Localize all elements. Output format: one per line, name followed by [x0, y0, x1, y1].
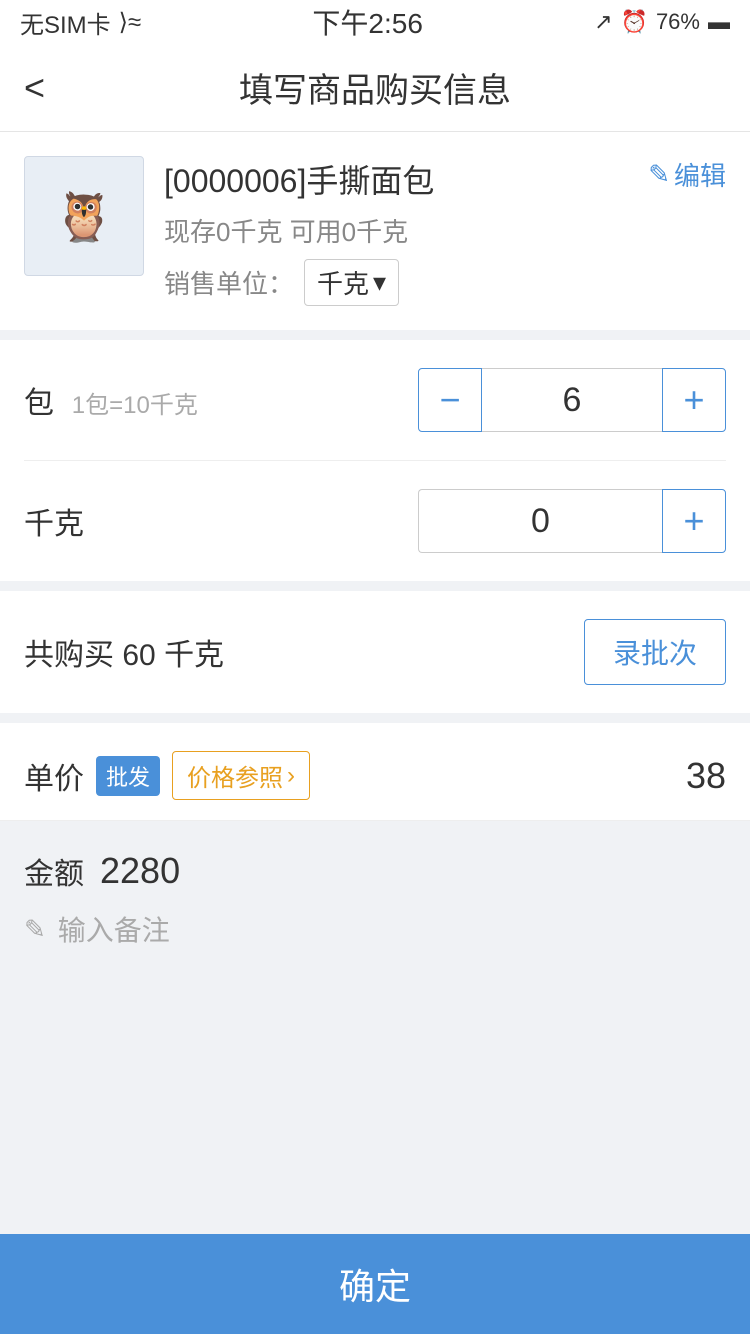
product-card: 🦉 [0000006]手撕面包 现存0千克 可用0千克 销售单位： 千克 ▾ ✎… [0, 132, 750, 340]
price-left: 单价 批发 价格参照 › [24, 751, 310, 800]
edit-label: 编辑 [674, 156, 726, 193]
quantity-label-bao: 包 1包=10千克 [24, 378, 198, 422]
increment-bao-button[interactable]: + [662, 368, 726, 432]
product-unit-row: 销售单位： 千克 ▾ [164, 259, 628, 306]
nav-bar: < 填写商品购买信息 [0, 44, 750, 132]
price-row: 单价 批发 价格参照 › 38 [24, 751, 726, 800]
summary-prefix: 共购买 [24, 639, 114, 672]
amount-label: 金额 [24, 849, 84, 893]
increment-kg-button[interactable]: + [662, 489, 726, 553]
product-info: [0000006]手撕面包 现存0千克 可用0千克 销售单位： 千克 ▾ [164, 156, 628, 306]
product-stock: 现存0千克 可用0千克 [164, 212, 628, 249]
status-bar: 无SIM卡 ⟩≈ 下午2:56 ↗ ⏰ 76% ▬ [0, 0, 750, 44]
status-bar-right: ↗ ⏰ 76% ▬ [594, 9, 730, 35]
status-bar-time: 下午2:56 [312, 2, 423, 42]
unit-label: 销售单位： [164, 264, 294, 301]
summary-row: 共购买 60 千克 录批次 [0, 591, 750, 723]
summary-unit: 千克 [164, 639, 224, 672]
unit-dropdown-icon: ▾ [373, 267, 386, 298]
quantity-row-kg: 千克 + [24, 461, 726, 581]
remark-placeholder: 输入备注 [58, 909, 170, 949]
confirm-button[interactable]: 确定 [0, 1234, 750, 1334]
quantity-label-kg: 千克 [24, 499, 84, 543]
spacer [0, 969, 750, 1169]
battery-icon: ▬ [708, 9, 730, 35]
price-ref-arrow-icon: › [287, 762, 295, 790]
back-button[interactable]: < [24, 67, 45, 109]
product-image: 🦉 [24, 156, 144, 276]
price-type-tag: 批发 [96, 756, 160, 796]
amount-section: 金额 2280 ✎ 输入备注 [0, 821, 750, 969]
pencil-icon: ✎ [24, 914, 46, 945]
quantity-hint-bao: 1包=10千克 [72, 392, 198, 419]
wifi-icon: ⟩≈ [119, 8, 142, 37]
page-title: 填写商品购买信息 [239, 63, 511, 112]
amount-value: 2280 [100, 850, 180, 892]
alarm-icon: ⏰ [621, 9, 648, 35]
edit-button[interactable]: ✎ 编辑 [648, 156, 726, 193]
product-name: [0000006]手撕面包 [164, 156, 628, 202]
battery-text: 76% [656, 9, 700, 35]
quantity-control-kg: + [418, 489, 726, 553]
price-label: 单价 [24, 754, 84, 798]
summary-text: 共购买 60 千克 [24, 630, 224, 674]
unit-value: 千克 [317, 264, 369, 301]
batch-button[interactable]: 录批次 [584, 619, 726, 685]
status-bar-left: 无SIM卡 ⟩≈ [20, 5, 141, 40]
quantity-section: 包 1包=10千克 − + 千克 + [0, 340, 750, 591]
quantity-input-bao[interactable] [482, 368, 662, 432]
quantity-control-bao: − + [418, 368, 726, 432]
carrier-text: 无SIM卡 [20, 5, 111, 40]
quantity-input-kg[interactable] [418, 489, 662, 553]
unit-select[interactable]: 千克 ▾ [304, 259, 399, 306]
price-reference-button[interactable]: 价格参照 › [172, 751, 310, 800]
summary-amount: 60 [122, 639, 155, 672]
price-ref-label: 价格参照 [187, 758, 283, 793]
decrement-bao-button[interactable]: − [418, 368, 482, 432]
price-value: 38 [686, 755, 726, 797]
price-section: 单价 批发 价格参照 › 38 [0, 723, 750, 821]
location-icon: ↗ [594, 9, 612, 35]
remark-row[interactable]: ✎ 输入备注 [24, 909, 726, 949]
edit-icon: ✎ [648, 159, 670, 190]
amount-row: 金额 2280 [24, 849, 726, 893]
product-logo-icon: 🦉 [54, 188, 114, 245]
quantity-row-bao: 包 1包=10千克 − + [24, 340, 726, 461]
